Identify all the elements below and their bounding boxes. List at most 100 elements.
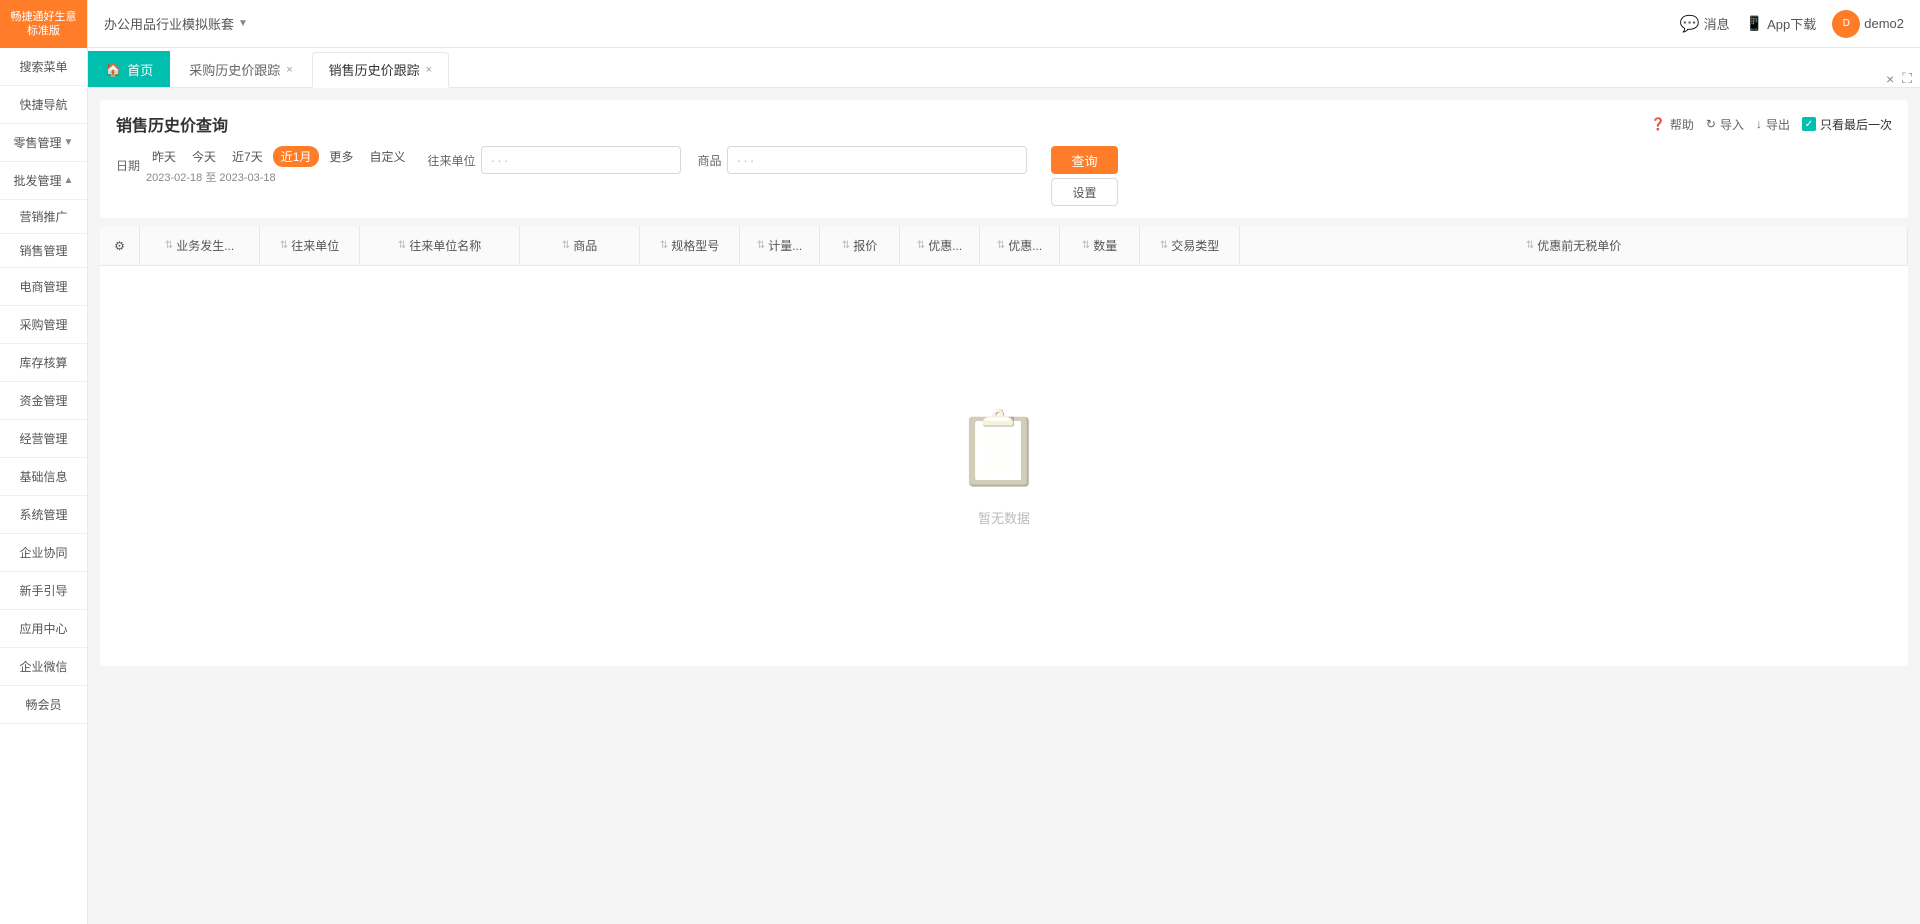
sidebar-item-ecommerce[interactable]: 电商管理 [0,268,87,306]
sort-icon: ⇅ [1082,240,1090,251]
import-button[interactable]: ↻ 导入 [1706,116,1744,133]
product-field: 商品 ··· [697,146,1027,174]
th-gear[interactable]: ⚙ [100,226,140,265]
tabs-actions: × ⛶ [1878,70,1920,87]
settings-icon: ⚙ [114,239,125,253]
page-title: 销售历史价查询 [116,112,228,136]
date-btn-1month[interactable]: 近1月 [273,146,320,167]
sort-icon: ⇅ [842,240,850,251]
settings-button[interactable]: 设置 [1051,178,1117,206]
th-qty[interactable]: ⇅ 数量 [1060,226,1140,265]
topbar-right: 💬 消息 📱 App下载 D demo2 [1680,10,1904,38]
sidebar-item-newbie[interactable]: 新手引导 [0,572,87,610]
date-btn-today[interactable]: 今天 [186,146,222,167]
query-panel: 销售历史价查询 ❓ 帮助 ↻ 导入 ↓ 导出 [100,100,1908,218]
th-partner-name[interactable]: ⇅ 往来单位名称 [360,226,520,265]
help-icon: ❓ [1651,117,1666,131]
topbar: 办公用品行业模拟账套 ▼ 💬 消息 📱 App下载 D demo2 [88,0,1920,48]
sidebar-item-system[interactable]: 系统管理 [0,496,87,534]
th-spec[interactable]: ⇅ 规格型号 [640,226,740,265]
date-btn-7days[interactable]: 近7天 [226,146,269,167]
sort-icon: ⇅ [757,240,765,251]
sidebar-item-operations[interactable]: 经营管理 [0,420,87,458]
sidebar-item-retail[interactable]: 零售管理 ▼ [0,124,87,162]
topbar-left: 办公用品行业模拟账套 ▼ [104,14,248,33]
empty-text: 暂无数据 [978,508,1030,527]
app-selector[interactable]: 办公用品行业模拟账套 ▼ [104,14,248,33]
sort-icon: ⇅ [562,240,570,251]
maximize-tab-button[interactable]: ⛶ [1902,70,1912,87]
sidebar-item-purchase[interactable]: 采购管理 [0,306,87,344]
import-icon: ↻ [1706,117,1716,131]
close-tab-button[interactable]: × [1886,71,1894,87]
sort-icon: ⇅ [398,240,406,251]
sidebar-item-enterprise[interactable]: 企业协同 [0,534,87,572]
sort-icon: ⇅ [997,240,1005,251]
sidebar-item-wechat[interactable]: 企业微信 [0,648,87,686]
message-icon: 💬 [1680,14,1700,34]
sidebar-item-member[interactable]: 畅会员 [0,686,87,724]
sidebar-item-finance[interactable]: 资金管理 [0,382,87,420]
tab-close-sales[interactable]: × [426,64,432,76]
export-button[interactable]: ↓ 导出 [1756,116,1790,133]
user-menu[interactable]: D demo2 [1832,10,1904,38]
app-download-button[interactable]: 📱 App下载 [1746,14,1817,33]
date-btn-yesterday[interactable]: 昨天 [146,146,182,167]
sort-icon: ⇅ [1526,240,1534,251]
tab-purchase-history[interactable]: 采购历史价跟踪 × [172,51,309,87]
home-icon: 🏠 [105,62,121,78]
main-area: 办公用品行业模拟账套 ▼ 💬 消息 📱 App下载 D demo2 🏠 [88,0,1920,924]
last-only-checkbox-label[interactable]: 只看最后一次 [1802,116,1892,133]
download-icon: 📱 [1746,15,1763,32]
export-icon: ↓ [1756,117,1762,131]
sidebar-item-search[interactable]: 搜索菜单 [0,48,87,86]
im-button[interactable]: 💬 消息 [1680,14,1730,34]
empty-illustration: 📋 [954,406,1054,496]
th-partner-code[interactable]: ⇅ 往来单位 [260,226,360,265]
tab-home[interactable]: 🏠 首页 [88,51,170,87]
table-header: ⚙ ⇅ 业务发生... ⇅ 往来单位 ⇅ 往来单位名称 ⇅ 商品 [100,226,1908,266]
sidebar: 畅捷通好生意 标准版 搜索菜单 快捷导航 零售管理 ▼ 批发管理 ▲ 营销推广 … [0,0,88,924]
app-logo[interactable]: 畅捷通好生意 标准版 [0,0,87,48]
partner-label: 往来单位 [427,152,475,169]
app-selector-label: 办公用品行业模拟账套 [104,14,234,33]
sidebar-item-wholesale[interactable]: 批发管理 ▲ [0,162,87,200]
th-biz-date[interactable]: ⇅ 业务发生... [140,226,260,265]
tab-sales-history[interactable]: 销售历史价跟踪 × [312,52,449,88]
th-price[interactable]: ⇅ 报价 [820,226,900,265]
date-btn-more[interactable]: 更多 [323,146,359,167]
action-buttons: 查询 设置 [1051,146,1117,206]
query-button[interactable]: 查询 [1051,146,1117,174]
query-panel-header: 销售历史价查询 ❓ 帮助 ↻ 导入 ↓ 导出 [116,112,1892,136]
empty-state: 📋 暂无数据 [100,266,1908,666]
product-input[interactable]: ··· [727,146,1027,174]
panel-actions: ❓ 帮助 ↻ 导入 ↓ 导出 只看最后一次 [1651,116,1892,133]
th-trade-type[interactable]: ⇅ 交易类型 [1140,226,1240,265]
date-btn-custom[interactable]: 自定义 [363,146,411,167]
partner-input[interactable]: ··· [481,146,681,174]
date-label: 日期 [116,157,140,174]
date-field: 日期 昨天 今天 近7天 近1月 更多 自定义 2023-02-18 至 202… [116,146,411,185]
sort-icon: ⇅ [165,240,173,251]
sidebar-item-sales[interactable]: 销售管理 [0,234,87,268]
sort-icon: ⇅ [660,240,668,251]
date-range-text: 2023-02-18 至 2023-03-18 [146,169,411,185]
sort-icon: ⇅ [917,240,925,251]
help-button[interactable]: ❓ 帮助 [1651,116,1694,133]
sidebar-item-appstore[interactable]: 应用中心 [0,610,87,648]
last-only-checkbox[interactable] [1802,117,1816,131]
th-product[interactable]: ⇅ 商品 [520,226,640,265]
th-discount2[interactable]: ⇅ 优惠... [980,226,1060,265]
tab-bar: 🏠 首页 采购历史价跟踪 × 销售历史价跟踪 × × ⛶ [88,48,1920,88]
th-unit[interactable]: ⇅ 计量... [740,226,820,265]
sidebar-item-marketing[interactable]: 营销推广 [0,200,87,234]
sidebar-item-inventory[interactable]: 库存核算 [0,344,87,382]
no-data-icon: 📋 [954,409,1044,489]
chevron-down-icon: ▼ [238,18,248,29]
sidebar-item-quicknav[interactable]: 快捷导航 [0,86,87,124]
sidebar-item-basic[interactable]: 基础信息 [0,458,87,496]
th-discount1[interactable]: ⇅ 优惠... [900,226,980,265]
tab-close-purchase[interactable]: × [286,64,292,76]
th-pretax-price[interactable]: ⇅ 优惠前无税单价 [1240,226,1908,265]
product-label: 商品 [697,152,721,169]
